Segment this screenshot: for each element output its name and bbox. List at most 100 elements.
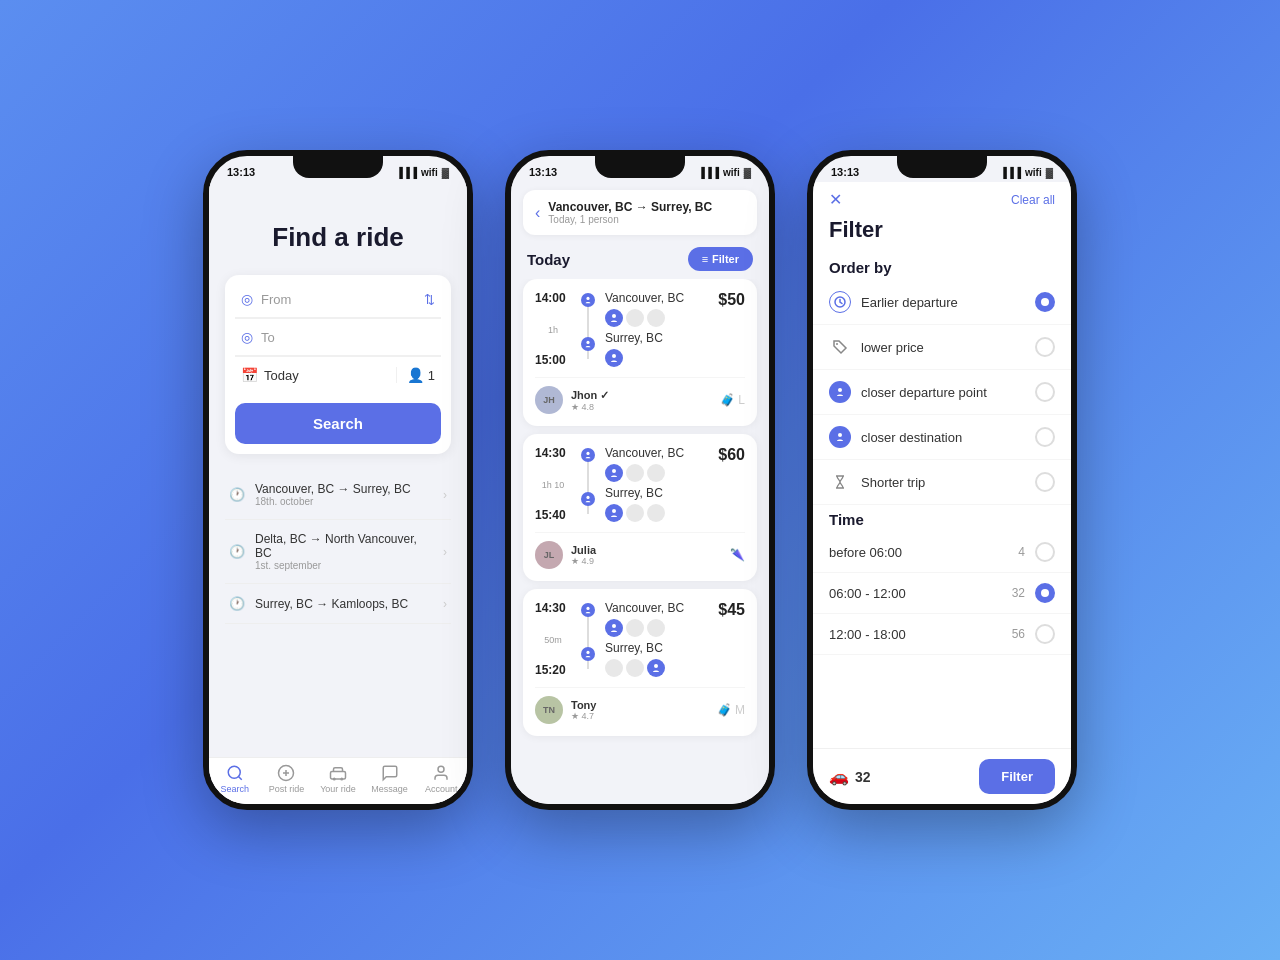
avatar-icon-4 — [609, 508, 619, 518]
passenger-count[interactable]: 1 — [428, 368, 435, 383]
search-form: ◎ From ⇅ ◎ To 📅 Today 👤 — [225, 275, 451, 454]
filter-icon: ≡ — [702, 253, 708, 265]
to-field[interactable]: To — [261, 330, 435, 345]
nav-search[interactable]: Search — [209, 764, 261, 794]
filter-button[interactable]: ≡ Filter — [688, 247, 753, 271]
ride-card-2[interactable]: 14:30 1h 10 15:40 — [523, 434, 757, 581]
radio-closer-destination[interactable] — [1035, 427, 1055, 447]
notch-1 — [293, 156, 383, 178]
list-item[interactable]: 🕐 Vancouver, BC → Surrey, BC 18th. octob… — [225, 470, 451, 520]
post-ride-icon — [277, 764, 295, 782]
luggage-icon-3: 🧳 M — [717, 703, 745, 717]
radio-6-12[interactable] — [1035, 583, 1055, 603]
nav-post-label: Post ride — [269, 784, 305, 794]
date-field[interactable]: Today — [264, 368, 388, 383]
avatar-filled-6 — [647, 659, 665, 677]
page-title: Find a ride — [225, 222, 451, 253]
tag-icon — [831, 338, 849, 356]
clock-icon-3: 🕐 — [229, 596, 245, 611]
wifi-icon: wifi — [421, 167, 438, 178]
depart-time-2: 14:30 — [535, 446, 571, 460]
driver-avatar-2: JL — [535, 541, 563, 569]
svg-point-8 — [612, 314, 616, 318]
clock-filter-icon — [834, 296, 846, 308]
from-city-2: Vancouver, BC — [605, 446, 710, 460]
to-city-3: Surrey, BC — [605, 641, 710, 655]
from-city-1: Vancouver, BC — [605, 291, 710, 305]
svg-point-5 — [438, 766, 444, 772]
svg-point-4 — [341, 778, 343, 780]
nav-post-ride[interactable]: Post ride — [261, 764, 313, 794]
time-count-2: 32 — [1012, 586, 1025, 600]
list-item[interactable]: 🕐 Delta, BC → North Vancouver, BC 1st. s… — [225, 520, 451, 584]
nav-search-label: Search — [221, 784, 250, 794]
ride-2-dep: 14:30 — [535, 446, 571, 460]
time-label-2: 06:00 - 12:00 — [829, 586, 1012, 601]
ride-card-3[interactable]: 14:30 50m 15:20 — [523, 589, 757, 736]
search-nav-icon — [226, 764, 244, 782]
phone-1: 13:13 ▐▐▐ wifi ▓ Find a ride ◎ From ⇅ ◎ … — [203, 150, 473, 810]
filter-option-closer-destination[interactable]: closer destination — [813, 415, 1071, 460]
arrive-row-2: 15:40 — [535, 508, 571, 522]
nav-your-ride[interactable]: Your ride — [312, 764, 364, 794]
to-input-row[interactable]: ◎ To — [235, 319, 441, 356]
radio-12-18[interactable] — [1035, 624, 1055, 644]
avatars-dest-1 — [605, 349, 710, 367]
radio-shorter-trip[interactable] — [1035, 472, 1055, 492]
date-part[interactable]: 📅 Today — [241, 367, 388, 383]
filter-option-shorter-trip[interactable]: Shorter trip — [813, 460, 1071, 505]
time-3: 13:13 — [831, 166, 859, 178]
radio-earlier-departure[interactable] — [1035, 292, 1055, 312]
filter-option-earlier-departure[interactable]: Earlier departure — [813, 280, 1071, 325]
hourglass-icon — [832, 474, 848, 490]
avatar-filled-5 — [605, 619, 623, 637]
driver-name-1: Jhon ✓ — [571, 389, 609, 402]
time-option-12-18[interactable]: 12:00 - 18:00 56 — [813, 614, 1071, 655]
from-input-row[interactable]: ◎ From ⇅ — [235, 281, 441, 318]
nav-account[interactable]: Account — [415, 764, 467, 794]
apply-filter-button[interactable]: Filter — [979, 759, 1055, 794]
search-button[interactable]: Search — [235, 403, 441, 444]
avatar-empty-6 — [647, 504, 665, 522]
list-item[interactable]: 🕐 Surrey, BC → Kamloops, BC › — [225, 584, 451, 624]
radio-before-6[interactable] — [1035, 542, 1055, 562]
route-title: Vancouver, BC → Surrey, BC — [548, 200, 745, 214]
ride-cities-1: Vancouver, BC Surrey, BC — [605, 291, 710, 367]
radio-lower-price[interactable] — [1035, 337, 1055, 357]
from-city-3: Vancouver, BC — [605, 601, 710, 615]
avatar-filled-3 — [605, 464, 623, 482]
clear-all-button[interactable]: Clear all — [1011, 193, 1055, 207]
time-option-before-6[interactable]: before 06:00 4 — [813, 532, 1071, 573]
avatar-filled-4 — [605, 504, 623, 522]
avatar-empty-1 — [626, 309, 644, 327]
closer-departure-icon — [829, 381, 851, 403]
filter-option-closer-departure[interactable]: closer departure point — [813, 370, 1071, 415]
avatar-empty-5 — [626, 504, 644, 522]
filter-footer: 🚗 32 Filter — [813, 748, 1071, 804]
recent-title-1: Vancouver, BC → Surrey, BC — [255, 482, 433, 496]
route-header: ‹ Vancouver, BC → Surrey, BC Today, 1 pe… — [523, 190, 757, 235]
filter-title: Filter — [813, 213, 1071, 253]
ride-count: 32 — [855, 769, 871, 785]
time-2: 13:13 — [529, 166, 557, 178]
avatar-empty-7 — [626, 619, 644, 637]
filter-option-lower-price[interactable]: lower price — [813, 325, 1071, 370]
close-button[interactable]: ✕ — [829, 190, 842, 209]
depart-time-3: 14:30 — [535, 601, 571, 615]
from-field[interactable]: From — [261, 292, 416, 307]
avatars-dest-3 — [605, 659, 710, 677]
origin-dot-2 — [581, 448, 595, 462]
swap-icon[interactable]: ⇅ — [424, 292, 435, 307]
ride-card-1[interactable]: 14:00 1h 15:00 — [523, 279, 757, 426]
nav-message-label: Message — [371, 784, 408, 794]
screen-1: Find a ride ◎ From ⇅ ◎ To 📅 Today — [209, 182, 467, 804]
radio-closer-departure[interactable] — [1035, 382, 1055, 402]
passenger-part[interactable]: 👤 1 — [396, 367, 435, 383]
back-button[interactable]: ‹ — [535, 204, 540, 222]
ride-times-1: 14:00 1h 15:00 — [535, 291, 571, 367]
avatars-dest-2 — [605, 504, 710, 522]
time-option-6-12[interactable]: 06:00 - 12:00 32 — [813, 573, 1071, 614]
recent-text-3: Surrey, BC → Kamloops, BC — [255, 597, 433, 611]
nav-message[interactable]: Message — [364, 764, 416, 794]
date-filter-row: Today ≡ Filter — [511, 243, 769, 279]
